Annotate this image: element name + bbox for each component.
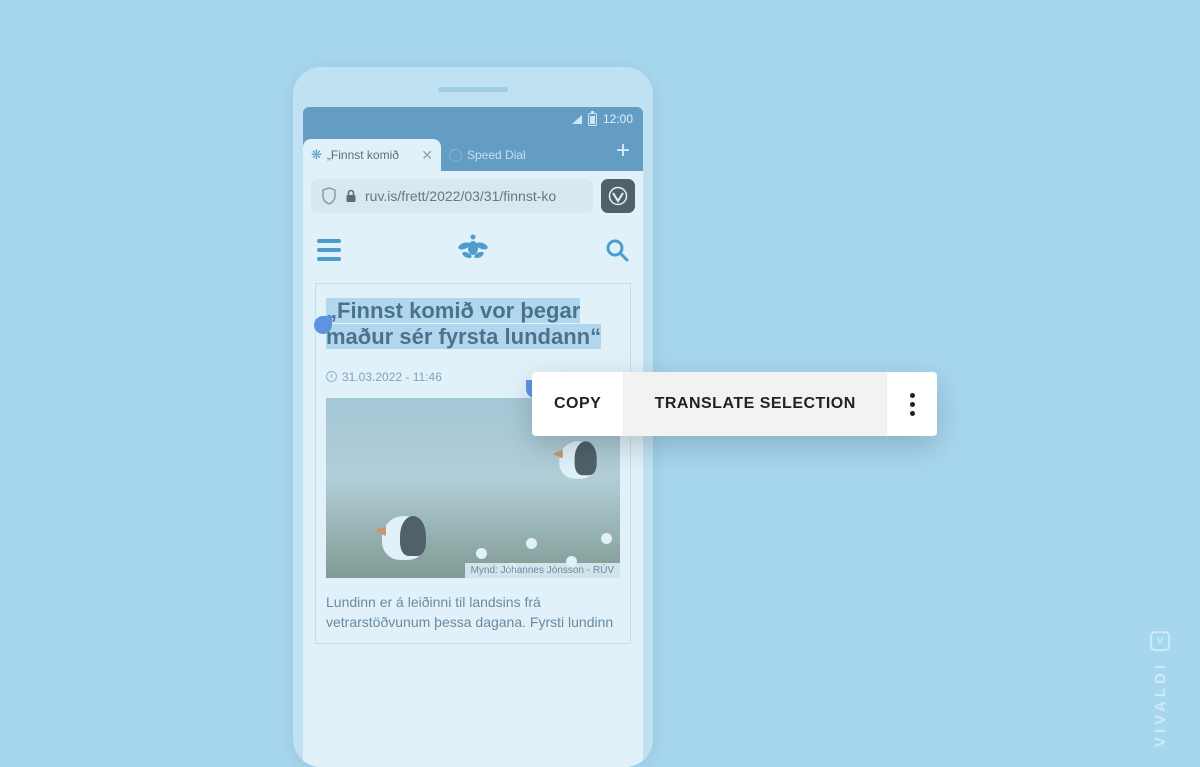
article-body[interactable]: Lundinn er á leiðinni til landsins frá v… <box>326 592 620 633</box>
battery-icon <box>588 113 597 126</box>
favicon-icon: ❋ <box>311 147 322 163</box>
translate-selection-button[interactable]: TRANSLATE SELECTION <box>624 372 887 436</box>
copy-button[interactable]: COPY <box>532 372 624 436</box>
status-time: 12:00 <box>603 112 633 126</box>
address-row: ruv.is/frett/2022/03/31/finnst-ko <box>303 171 643 221</box>
lock-icon <box>345 189 357 203</box>
status-bar: 12:00 <box>303 107 643 131</box>
tab-label: Speed Dial <box>467 148 526 162</box>
close-icon[interactable]: ✕ <box>421 147 433 164</box>
tab-strip: ❋ „Finnst komið ✕ Speed Dial + <box>303 131 643 171</box>
url-text: ruv.is/frett/2022/03/31/finnst-ko <box>365 188 556 204</box>
page-content: „Finnst komið vor þegar maður sér fyrsta… <box>303 221 643 767</box>
tab-active[interactable]: ❋ „Finnst komið ✕ <box>303 139 441 171</box>
signal-icon <box>572 115 582 124</box>
vivaldi-menu-button[interactable] <box>601 179 635 213</box>
image-caption: Mynd: Jóhannes Jónsson - RÚV <box>465 563 620 578</box>
flower-decoration <box>526 538 537 549</box>
address-bar[interactable]: ruv.is/frett/2022/03/31/finnst-ko <box>311 179 593 213</box>
selection-handle-start[interactable] <box>314 316 332 334</box>
vivaldi-favicon-icon <box>449 149 462 162</box>
flower-decoration <box>476 548 487 559</box>
brand-text: VIVALDI <box>1152 661 1169 747</box>
shield-icon[interactable] <box>321 187 337 205</box>
more-options-button[interactable] <box>887 372 937 436</box>
headline[interactable]: „Finnst komið vor þegar maður sér fyrsta… <box>326 298 620 350</box>
puffin-illustration <box>382 516 426 560</box>
flower-decoration <box>601 533 612 544</box>
timestamp-text: 31.03.2022 - 11:46 <box>342 370 442 384</box>
vivaldi-logo-icon: V <box>1150 631 1170 651</box>
tab-inactive[interactable]: Speed Dial <box>441 139 581 171</box>
site-logo-icon[interactable] <box>455 231 491 270</box>
selected-text: „Finnst komið vor þegar maður sér fyrsta… <box>326 298 601 349</box>
article: „Finnst komið vor þegar maður sér fyrsta… <box>315 283 631 644</box>
page-header <box>303 221 643 279</box>
context-menu: COPY TRANSLATE SELECTION <box>532 372 937 436</box>
puffin-illustration <box>559 441 596 478</box>
phone-speaker <box>438 87 508 92</box>
hamburger-icon[interactable] <box>317 239 341 261</box>
tab-label: „Finnst komið <box>327 148 399 162</box>
brand-watermark: VIVALDI V <box>1150 631 1170 747</box>
clock-icon <box>326 371 337 382</box>
search-icon[interactable] <box>605 238 629 262</box>
add-tab-button[interactable]: + <box>603 131 643 171</box>
